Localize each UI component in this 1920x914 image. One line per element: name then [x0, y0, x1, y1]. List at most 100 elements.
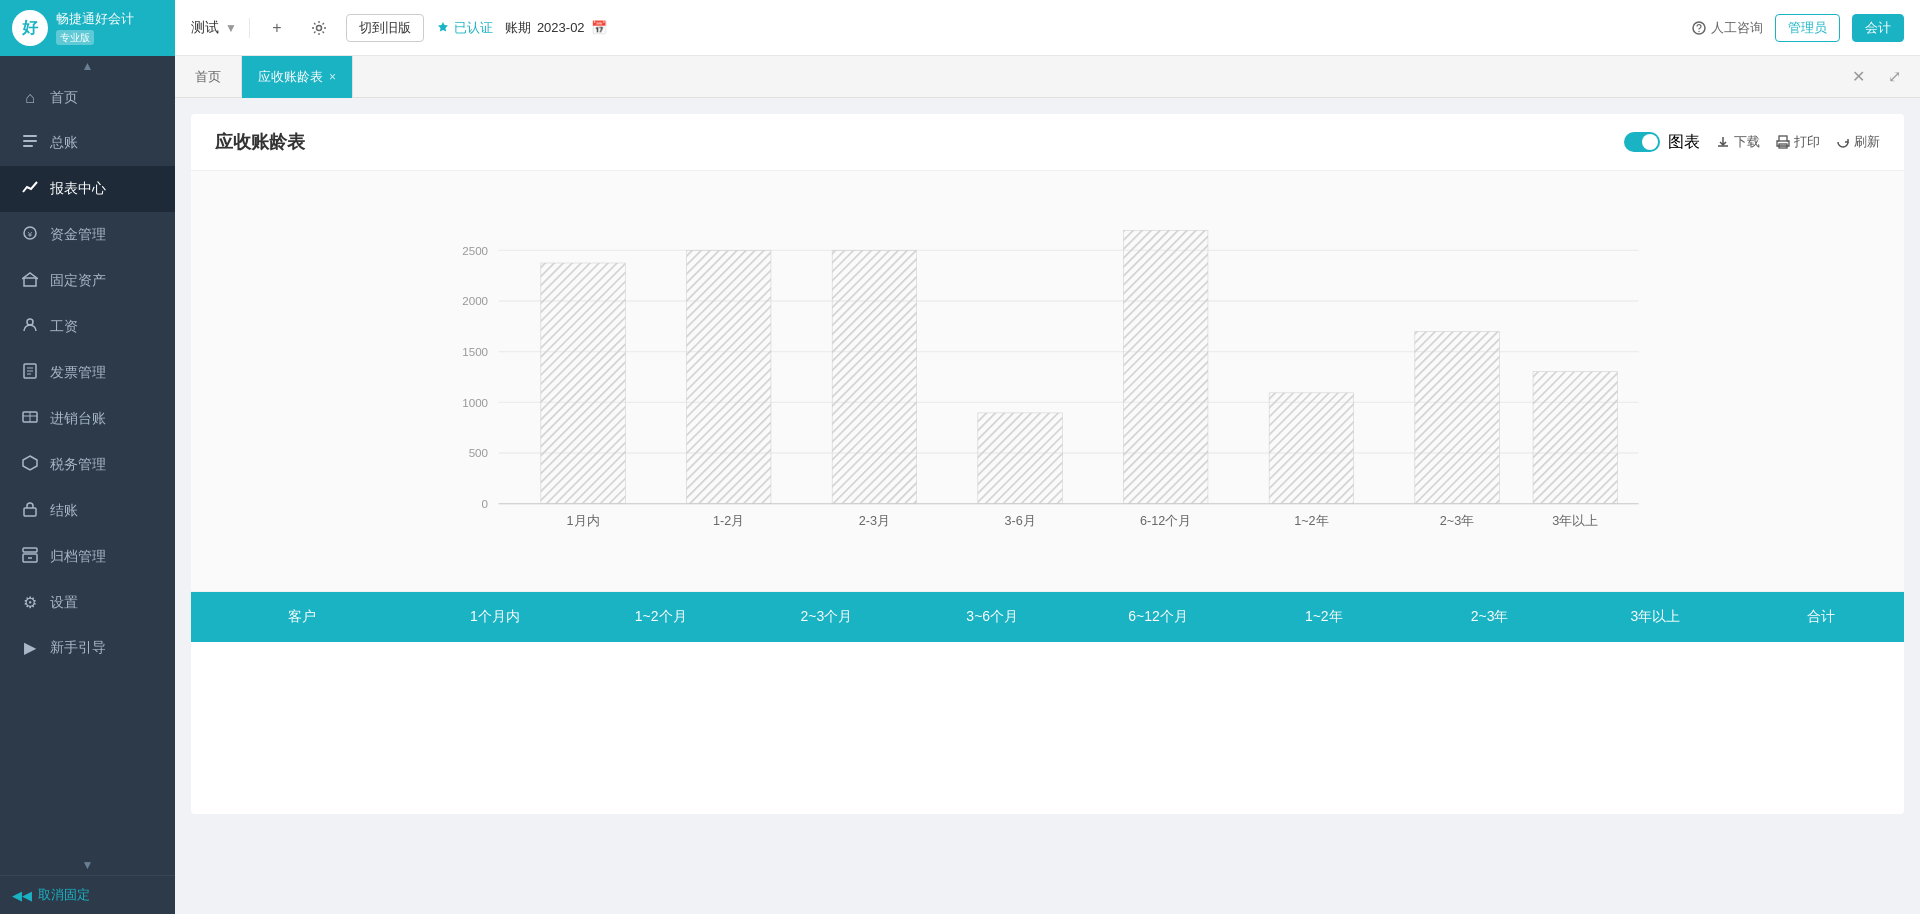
main-content: 测试 ▼ + 切到旧版 已认证 账期 2023-02 📅 人工咨询 管理员 会计: [175, 0, 1920, 914]
col-total: 合计: [1738, 592, 1904, 642]
svg-point-20: [1698, 30, 1699, 31]
topbar-divider1: [249, 18, 250, 38]
project-selector[interactable]: 测试 ▼: [191, 19, 237, 37]
add-btn[interactable]: +: [262, 13, 292, 43]
svg-rect-21: [1779, 136, 1787, 141]
chart-toggle[interactable]: 图表: [1624, 132, 1700, 153]
consult-btn[interactable]: 人工咨询: [1691, 19, 1763, 37]
user-btn[interactable]: 管理员: [1775, 14, 1840, 42]
project-name: 测试: [191, 19, 219, 37]
col-2-3year: 2~3年: [1407, 592, 1573, 642]
tab-home[interactable]: 首页: [175, 56, 242, 98]
reports-icon: [20, 179, 40, 199]
app-edition: 专业版: [56, 30, 94, 45]
col-1-2year: 1~2年: [1241, 592, 1407, 642]
cancel-fixed-label: 取消固定: [38, 886, 90, 904]
bar-1-2月: [687, 250, 771, 503]
period-value: 2023-02: [537, 20, 585, 35]
sidebar-item-label: 首页: [50, 89, 78, 107]
svg-rect-5: [24, 278, 36, 286]
settings-icon: ⚙: [20, 593, 40, 612]
sidebar-item-label: 结账: [50, 502, 78, 520]
sidebar-item-funds[interactable]: ¥ 资金管理: [0, 212, 175, 258]
scroll-down-btn[interactable]: ▼: [0, 855, 175, 875]
svg-text:1月内: 1月内: [567, 514, 600, 528]
svg-text:6-12个月: 6-12个月: [1140, 514, 1191, 528]
bar-2-3月: [832, 250, 916, 503]
sidebar: 好 畅捷通好会计 专业版 ▲ ⌂ 首页 总账 报表中心 ¥: [0, 0, 175, 914]
consult-label: 人工咨询: [1711, 19, 1763, 37]
sidebar-item-label: 固定资产: [50, 272, 106, 290]
svg-point-6: [27, 319, 33, 325]
sidebar-item-label: 报表中心: [50, 180, 106, 198]
svg-text:1000: 1000: [462, 396, 488, 409]
sidebar-item-label: 税务管理: [50, 456, 106, 474]
sidebar-item-label: 资金管理: [50, 226, 106, 244]
sidebar-item-inventory[interactable]: 进销台账: [0, 396, 175, 442]
cancel-fixed-btn[interactable]: ◀◀ 取消固定: [0, 875, 175, 914]
bar-1-2年: [1269, 393, 1353, 504]
sidebar-item-archive[interactable]: 归档管理: [0, 534, 175, 580]
svg-text:3年以上: 3年以上: [1552, 514, 1598, 528]
sidebar-item-guide[interactable]: ▶ 新手引导: [0, 625, 175, 670]
pin-icon: ◀◀: [12, 888, 32, 903]
logo-text: 畅捷通好会计 专业版: [56, 11, 134, 46]
report-header: 应收账龄表 图表 下载 打印: [191, 114, 1904, 171]
svg-text:500: 500: [469, 446, 488, 459]
bar-2-3年: [1415, 332, 1499, 504]
refresh-btn[interactable]: 刷新: [1836, 133, 1880, 151]
svg-point-19: [1693, 22, 1705, 34]
switch-version-btn[interactable]: 切到旧版: [346, 14, 424, 42]
tab-close-icon[interactable]: ×: [329, 70, 336, 84]
svg-text:2000: 2000: [462, 294, 488, 307]
tabbar-actions: ✕ ⤢: [1832, 63, 1920, 91]
certified-badge: 已认证: [436, 19, 493, 37]
sidebar-item-wages[interactable]: 工资: [0, 304, 175, 350]
close-account-icon: [20, 501, 40, 521]
expand-btn[interactable]: ⤢: [1880, 63, 1908, 91]
guide-icon: ▶: [20, 638, 40, 657]
svg-text:3-6月: 3-6月: [1004, 514, 1035, 528]
svg-text:1500: 1500: [462, 345, 488, 358]
chart-container: 0 500 1000 1500 2000 2500: [215, 187, 1880, 567]
svg-text:2500: 2500: [462, 244, 488, 257]
svg-text:1-2月: 1-2月: [713, 514, 744, 528]
sidebar-item-settings[interactable]: ⚙ 设置: [0, 580, 175, 625]
sidebar-item-tax[interactable]: 税务管理: [0, 442, 175, 488]
sidebar-item-close[interactable]: 结账: [0, 488, 175, 534]
sidebar-item-ledger[interactable]: 总账: [0, 120, 175, 166]
svg-rect-2: [23, 145, 33, 147]
sidebar-item-home[interactable]: ⌂ 首页: [0, 76, 175, 120]
svg-text:1~2年: 1~2年: [1294, 514, 1328, 528]
print-label: 打印: [1794, 133, 1820, 151]
ledger-icon: [20, 133, 40, 153]
tab-ar-aging[interactable]: 应收账龄表 ×: [242, 56, 353, 98]
sidebar-item-label: 新手引导: [50, 639, 106, 657]
funds-icon: ¥: [20, 225, 40, 245]
toggle-track[interactable]: [1624, 132, 1660, 152]
download-btn[interactable]: 下载: [1716, 133, 1760, 151]
col-2-3month: 2~3个月: [744, 592, 910, 642]
svg-point-18: [316, 25, 321, 30]
chart-area: 0 500 1000 1500 2000 2500: [191, 171, 1904, 592]
svg-rect-1: [23, 140, 37, 142]
settings-btn[interactable]: [304, 13, 334, 43]
download-label: 下载: [1734, 133, 1760, 151]
refresh-label: 刷新: [1854, 133, 1880, 151]
close-tab-btn[interactable]: ✕: [1844, 63, 1872, 91]
svg-rect-14: [24, 508, 36, 516]
col-1-2month: 1~2个月: [578, 592, 744, 642]
print-btn[interactable]: 打印: [1776, 133, 1820, 151]
sidebar-item-assets[interactable]: 固定资产: [0, 258, 175, 304]
home-icon: ⌂: [20, 89, 40, 107]
calendar-icon[interactable]: 📅: [591, 20, 607, 35]
topbar: 测试 ▼ + 切到旧版 已认证 账期 2023-02 📅 人工咨询 管理员 会计: [175, 0, 1920, 56]
sidebar-logo: 好 畅捷通好会计 专业版: [0, 0, 175, 56]
tabbar: 首页 应收账龄表 × ✕ ⤢: [175, 56, 1920, 98]
role-btn[interactable]: 会计: [1852, 14, 1904, 42]
app-name: 畅捷通好会计: [56, 11, 134, 28]
sidebar-item-reports[interactable]: 报表中心: [0, 166, 175, 212]
assets-icon: [20, 271, 40, 291]
scroll-up-btn[interactable]: ▲: [0, 56, 175, 76]
sidebar-item-invoices[interactable]: 发票管理: [0, 350, 175, 396]
